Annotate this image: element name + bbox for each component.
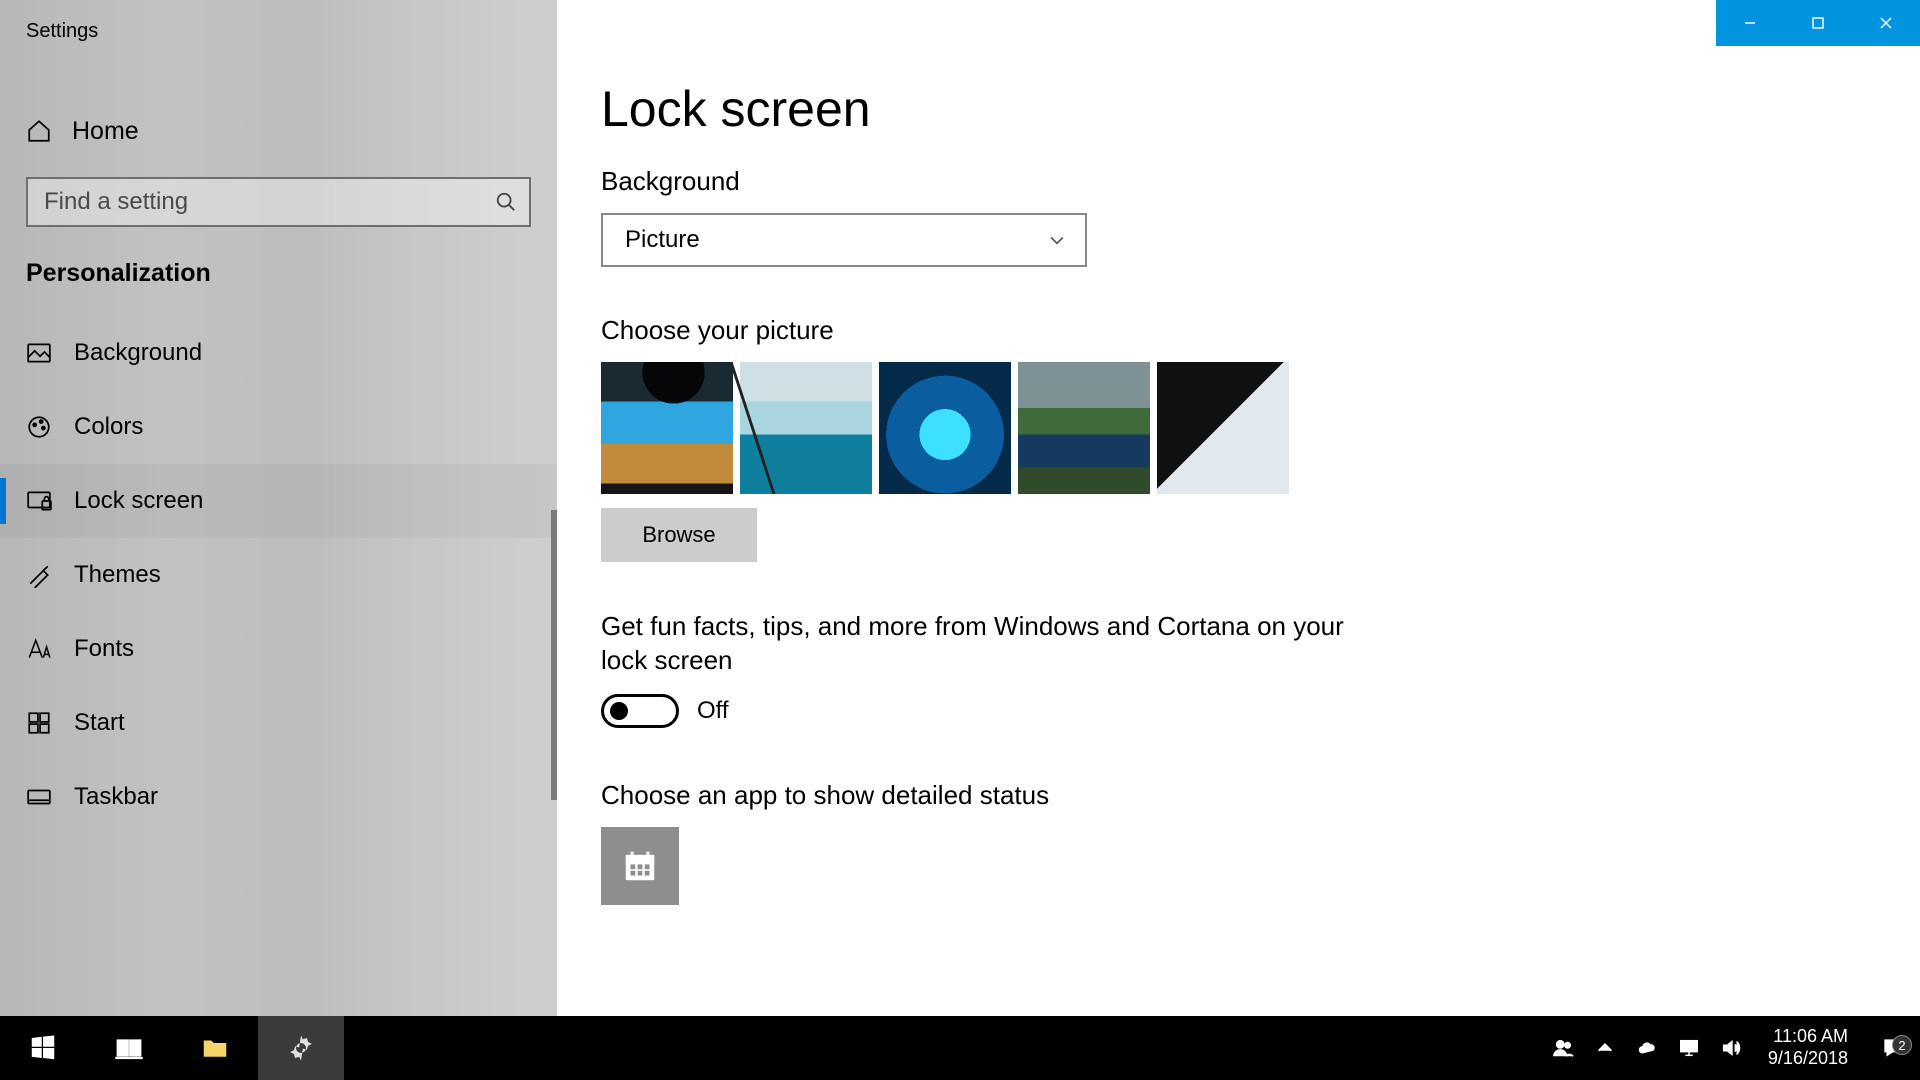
sidebar-item-fonts[interactable]: Fonts (0, 612, 557, 686)
people-tray-icon[interactable] (1548, 1016, 1578, 1080)
close-button[interactable] (1852, 0, 1920, 46)
windows-icon (28, 1033, 58, 1063)
settings-app-button[interactable] (258, 1016, 344, 1080)
gear-icon (286, 1033, 316, 1063)
monitor-icon (1678, 1037, 1700, 1059)
fun-facts-toggle-state: Off (697, 697, 729, 725)
sidebar-section-title: Personalization (0, 259, 557, 288)
picture-thumb-2[interactable] (740, 362, 872, 494)
minimize-button[interactable] (1716, 0, 1784, 46)
network-tray-icon[interactable] (1674, 1016, 1704, 1080)
themes-icon (26, 562, 52, 588)
background-dropdown[interactable]: Picture (601, 213, 1087, 267)
sidebar-home[interactable]: Home (0, 103, 557, 159)
people-icon (1552, 1037, 1574, 1059)
detailed-status-app-slot[interactable] (601, 827, 679, 905)
volume-tray-icon[interactable] (1716, 1016, 1746, 1080)
fun-facts-toggle[interactable] (601, 694, 679, 728)
picture-thumb-3[interactable] (879, 362, 1011, 494)
background-label: Background (601, 166, 1860, 197)
action-center-button[interactable]: 2 (1870, 1035, 1916, 1061)
taskbar-time: 11:06 AM (1768, 1026, 1848, 1048)
fun-facts-toggle-row: Off (601, 694, 1860, 728)
page-title: Lock screen (601, 80, 1860, 138)
home-icon (26, 118, 52, 144)
calendar-icon (621, 847, 659, 885)
sidebar-item-taskbar[interactable]: Taskbar (0, 760, 557, 834)
search-input[interactable] (26, 177, 531, 227)
taskview-button[interactable] (86, 1016, 172, 1080)
sidebar-item-label: Fonts (74, 635, 134, 663)
notification-badge: 2 (1892, 1035, 1912, 1055)
sidebar-item-label: Themes (74, 561, 161, 589)
sidebar-item-label: Background (74, 339, 202, 367)
cloud-icon (1636, 1037, 1658, 1059)
folder-icon (200, 1033, 230, 1063)
sidebar: Settings Home Personalization Background… (0, 0, 557, 1016)
start-icon (26, 710, 52, 736)
sidebar-item-label: Taskbar (74, 783, 158, 811)
sidebar-item-lock-screen[interactable]: Lock screen (0, 464, 557, 538)
browse-button[interactable]: Browse (601, 508, 757, 562)
sidebar-item-label: Lock screen (74, 487, 203, 515)
picture-thumbnails (601, 362, 1860, 494)
background-icon (26, 340, 52, 366)
choose-picture-label: Choose your picture (601, 315, 1860, 346)
search-field[interactable] (44, 188, 495, 216)
speaker-icon (1720, 1037, 1742, 1059)
tray-expand-icon[interactable] (1590, 1016, 1620, 1080)
taskbar-date: 9/16/2018 (1768, 1048, 1848, 1070)
sidebar-home-label: Home (72, 117, 139, 146)
search-icon (495, 191, 517, 213)
sidebar-item-colors[interactable]: Colors (0, 390, 557, 464)
lock-screen-icon (26, 488, 52, 514)
fonts-icon (26, 636, 52, 662)
content-area: Lock screen Background Picture Choose yo… (557, 0, 1920, 1016)
picture-thumb-5[interactable] (1157, 362, 1289, 494)
chevron-up-icon (1594, 1037, 1616, 1059)
taskbar-icon (26, 784, 52, 810)
start-button[interactable] (0, 1016, 86, 1080)
sidebar-item-start[interactable]: Start (0, 686, 557, 760)
sidebar-item-label: Colors (74, 413, 143, 441)
sidebar-item-background[interactable]: Background (0, 316, 557, 390)
picture-thumb-1[interactable] (601, 362, 733, 494)
sidebar-item-themes[interactable]: Themes (0, 538, 557, 612)
maximize-button[interactable] (1784, 0, 1852, 46)
colors-icon (26, 414, 52, 440)
chevron-down-icon (1047, 230, 1067, 250)
onedrive-tray-icon[interactable] (1632, 1016, 1662, 1080)
fun-facts-label: Get fun facts, tips, and more from Windo… (601, 610, 1361, 678)
dropdown-value: Picture (625, 226, 700, 254)
picture-thumb-4[interactable] (1018, 362, 1150, 494)
taskview-icon (114, 1033, 144, 1063)
window-title: Settings (0, 20, 557, 43)
detailed-status-label: Choose an app to show detailed status (601, 780, 1860, 811)
file-explorer-button[interactable] (172, 1016, 258, 1080)
taskbar-clock[interactable]: 11:06 AM 9/16/2018 (1758, 1026, 1858, 1069)
sidebar-item-label: Start (74, 709, 125, 737)
window-controls (1716, 0, 1920, 46)
taskbar: 11:06 AM 9/16/2018 2 (0, 1016, 1920, 1080)
